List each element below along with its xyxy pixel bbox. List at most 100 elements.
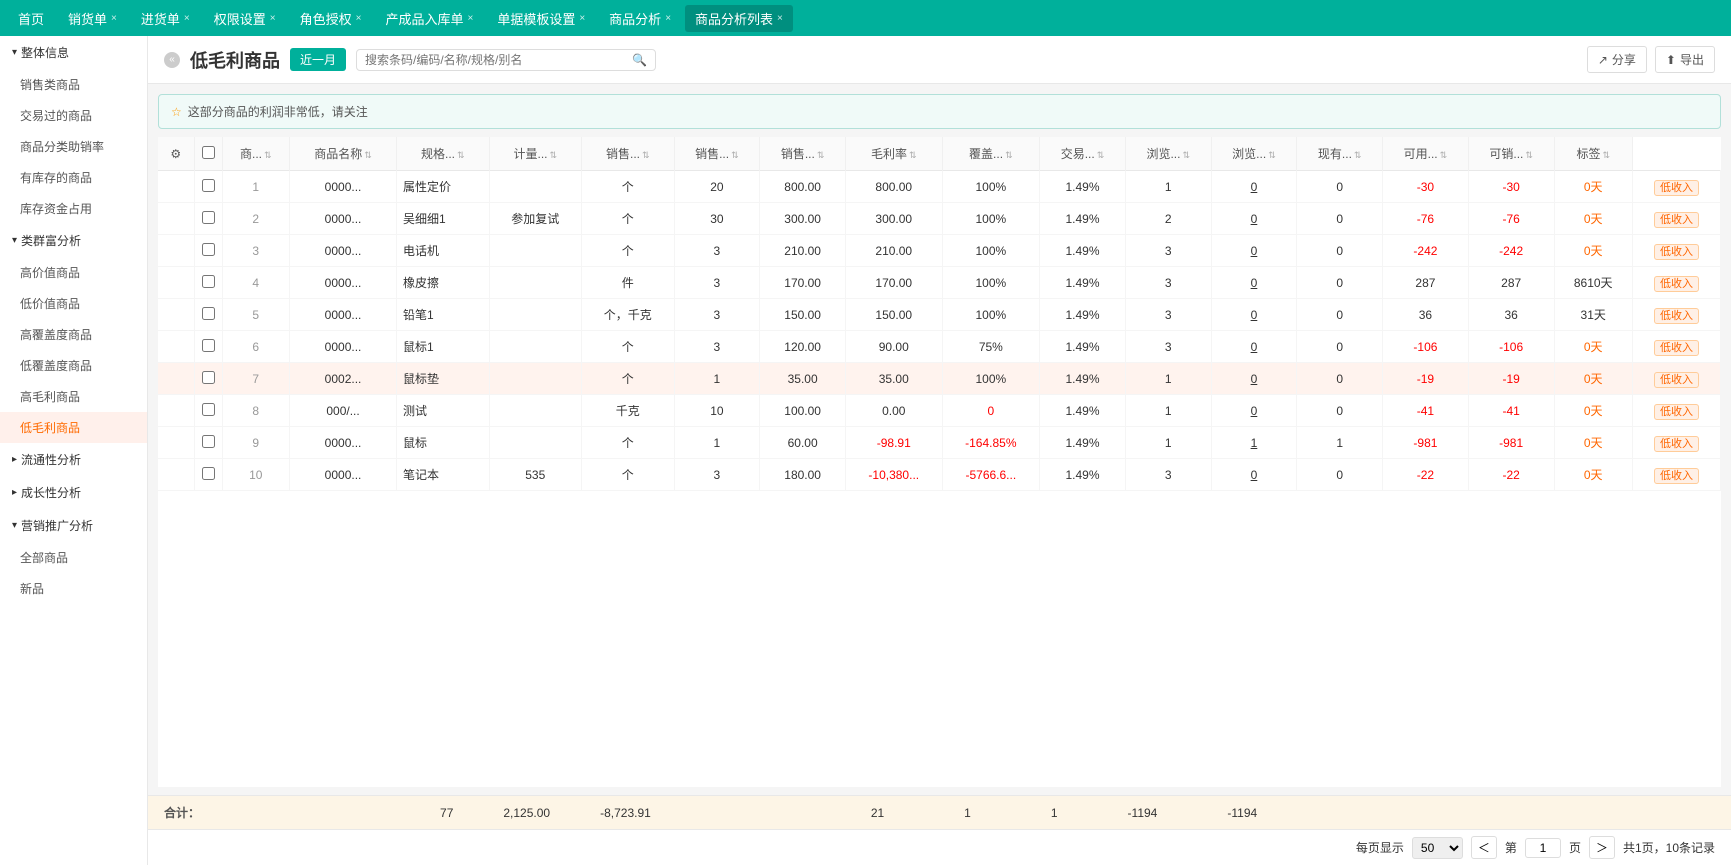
cell-checkbox[interactable] <box>194 395 222 427</box>
th-name[interactable]: 商品名称⇅ <box>290 137 397 171</box>
cell-settings[interactable] <box>158 427 194 459</box>
sidebar-group-cluster[interactable]: ▾ 类群富分析 <box>0 224 147 257</box>
cell-view1[interactable]: 0 <box>1211 395 1297 427</box>
nav-permissions[interactable]: 权限设置 × <box>204 5 286 32</box>
cell-checkbox[interactable] <box>194 267 222 299</box>
share-btn[interactable]: ↗ 分享 <box>1587 46 1647 73</box>
per-page-select[interactable]: 50 20 100 <box>1412 837 1463 859</box>
cell-settings[interactable] <box>158 459 194 491</box>
sidebar-item-high-gross[interactable]: 高毛利商品 <box>0 381 147 412</box>
sidebar-group-growth[interactable]: ▸ 成长性分析 <box>0 476 147 509</box>
page-number-input[interactable] <box>1525 838 1561 858</box>
th-saleable[interactable]: 可销...⇅ <box>1468 137 1554 171</box>
view1-link[interactable]: 0 <box>1251 212 1258 226</box>
view1-link[interactable]: 0 <box>1251 404 1258 418</box>
cell-settings[interactable] <box>158 395 194 427</box>
cell-settings[interactable] <box>158 363 194 395</box>
view1-link[interactable]: 0 <box>1251 180 1258 194</box>
search-icon[interactable]: 🔍 <box>632 53 647 67</box>
sidebar-item-sales-products[interactable]: 销售类商品 <box>0 69 147 100</box>
th-code[interactable]: 商...⇅ <box>222 137 290 171</box>
row-checkbox[interactable] <box>202 307 215 320</box>
cell-settings[interactable] <box>158 203 194 235</box>
nav-roles[interactable]: 角色授权 × <box>290 5 372 32</box>
sidebar-item-in-stock[interactable]: 有库存的商品 <box>0 162 147 193</box>
cell-view1[interactable]: 1 <box>1211 427 1297 459</box>
sidebar-group-overview[interactable]: ▾ 整体信息 <box>0 36 147 69</box>
cell-settings[interactable] <box>158 267 194 299</box>
cell-view1[interactable]: 0 <box>1211 267 1297 299</box>
search-input[interactable] <box>365 53 632 67</box>
settings-icon[interactable]: ⚙ <box>170 147 181 161</box>
view1-link[interactable]: 0 <box>1251 372 1258 386</box>
th-spec[interactable]: 规格...⇅ <box>397 137 490 171</box>
sidebar-item-low-gross[interactable]: 低毛利商品 <box>0 412 147 443</box>
cell-view1[interactable]: 0 <box>1211 459 1297 491</box>
nav-analysis-list-close[interactable]: × <box>777 13 783 24</box>
view1-link[interactable]: 1 <box>1251 436 1258 450</box>
nav-roles-close[interactable]: × <box>356 13 362 24</box>
sidebar-item-high-coverage[interactable]: 高覆盖度商品 <box>0 319 147 350</box>
th-stock-now[interactable]: 现有...⇅ <box>1297 137 1383 171</box>
nav-template-close[interactable]: × <box>579 13 585 24</box>
view1-link[interactable]: 0 <box>1251 468 1258 482</box>
nav-products[interactable]: 产成品入库单 × <box>375 5 483 32</box>
sidebar-item-new-products[interactable]: 新品 <box>0 573 147 604</box>
sidebar-item-low-coverage[interactable]: 低覆盖度商品 <box>0 350 147 381</box>
row-checkbox[interactable] <box>202 275 215 288</box>
row-checkbox[interactable] <box>202 371 215 384</box>
row-checkbox[interactable] <box>202 243 215 256</box>
cell-view1[interactable]: 0 <box>1211 363 1297 395</box>
view1-link[interactable]: 0 <box>1251 244 1258 258</box>
nav-analysis-list[interactable]: 商品分析列表 × <box>685 5 793 32</box>
cell-checkbox[interactable] <box>194 235 222 267</box>
nav-permissions-close[interactable]: × <box>270 13 276 24</box>
sidebar-group-marketing[interactable]: ▾ 营销推广分析 <box>0 509 147 542</box>
nav-purchase[interactable]: 进货单 × <box>131 5 200 32</box>
export-btn[interactable]: ⬆ 导出 <box>1655 46 1715 73</box>
cell-checkbox[interactable] <box>194 427 222 459</box>
nav-analysis[interactable]: 商品分析 × <box>599 5 681 32</box>
th-view1[interactable]: 浏览...⇅ <box>1125 137 1211 171</box>
sidebar-item-capital[interactable]: 库存资金占用 <box>0 193 147 224</box>
nav-purchase-close[interactable]: × <box>184 13 190 24</box>
table-wrapper[interactable]: ⚙ 商...⇅ 商品名称⇅ 规格...⇅ 计量...⇅ 销售...⇅ 销售...… <box>158 137 1721 787</box>
sidebar-item-high-value[interactable]: 高价值商品 <box>0 257 147 288</box>
cell-settings[interactable] <box>158 299 194 331</box>
sidebar-item-all-products[interactable]: 全部商品 <box>0 542 147 573</box>
row-checkbox[interactable] <box>202 435 215 448</box>
cell-settings[interactable] <box>158 235 194 267</box>
th-settings[interactable]: ⚙ <box>158 137 194 171</box>
sidebar-item-traded[interactable]: 交易过的商品 <box>0 100 147 131</box>
next-page-btn[interactable]: ＞ <box>1589 836 1615 859</box>
cell-checkbox[interactable] <box>194 171 222 203</box>
row-checkbox[interactable] <box>202 339 215 352</box>
sidebar-item-low-value[interactable]: 低价值商品 <box>0 288 147 319</box>
nav-home[interactable]: 首页 <box>8 5 54 32</box>
cell-view1[interactable]: 0 <box>1211 171 1297 203</box>
cell-checkbox[interactable] <box>194 299 222 331</box>
th-gross-rate[interactable]: 毛利率⇅ <box>845 137 942 171</box>
nav-template[interactable]: 单据模板设置 × <box>487 5 595 32</box>
cell-view1[interactable]: 0 <box>1211 331 1297 363</box>
th-transaction[interactable]: 交易...⇅ <box>1040 137 1126 171</box>
date-filter-btn[interactable]: 近一月 <box>290 48 346 71</box>
cell-checkbox[interactable] <box>194 459 222 491</box>
th-sales-qty[interactable]: 销售...⇅ <box>582 137 675 171</box>
sidebar-group-circulation[interactable]: ▸ 流通性分析 <box>0 443 147 476</box>
view1-link[interactable]: 0 <box>1251 308 1258 322</box>
prev-page-btn[interactable]: ＜ <box>1471 836 1497 859</box>
sidebar-item-category-rate[interactable]: 商品分类助销率 <box>0 131 147 162</box>
cell-settings[interactable] <box>158 331 194 363</box>
th-unit[interactable]: 计量...⇅ <box>489 137 582 171</box>
th-sales-price[interactable]: 销售...⇅ <box>674 137 760 171</box>
cell-view1[interactable]: 0 <box>1211 203 1297 235</box>
th-tag[interactable]: 标签⇅ <box>1554 137 1632 171</box>
row-checkbox[interactable] <box>202 467 215 480</box>
cell-view1[interactable]: 0 <box>1211 299 1297 331</box>
view1-link[interactable]: 0 <box>1251 340 1258 354</box>
cell-checkbox[interactable] <box>194 203 222 235</box>
cell-settings[interactable] <box>158 171 194 203</box>
th-sales-profit[interactable]: 销售...⇅ <box>760 137 846 171</box>
select-all-checkbox[interactable] <box>202 146 215 159</box>
